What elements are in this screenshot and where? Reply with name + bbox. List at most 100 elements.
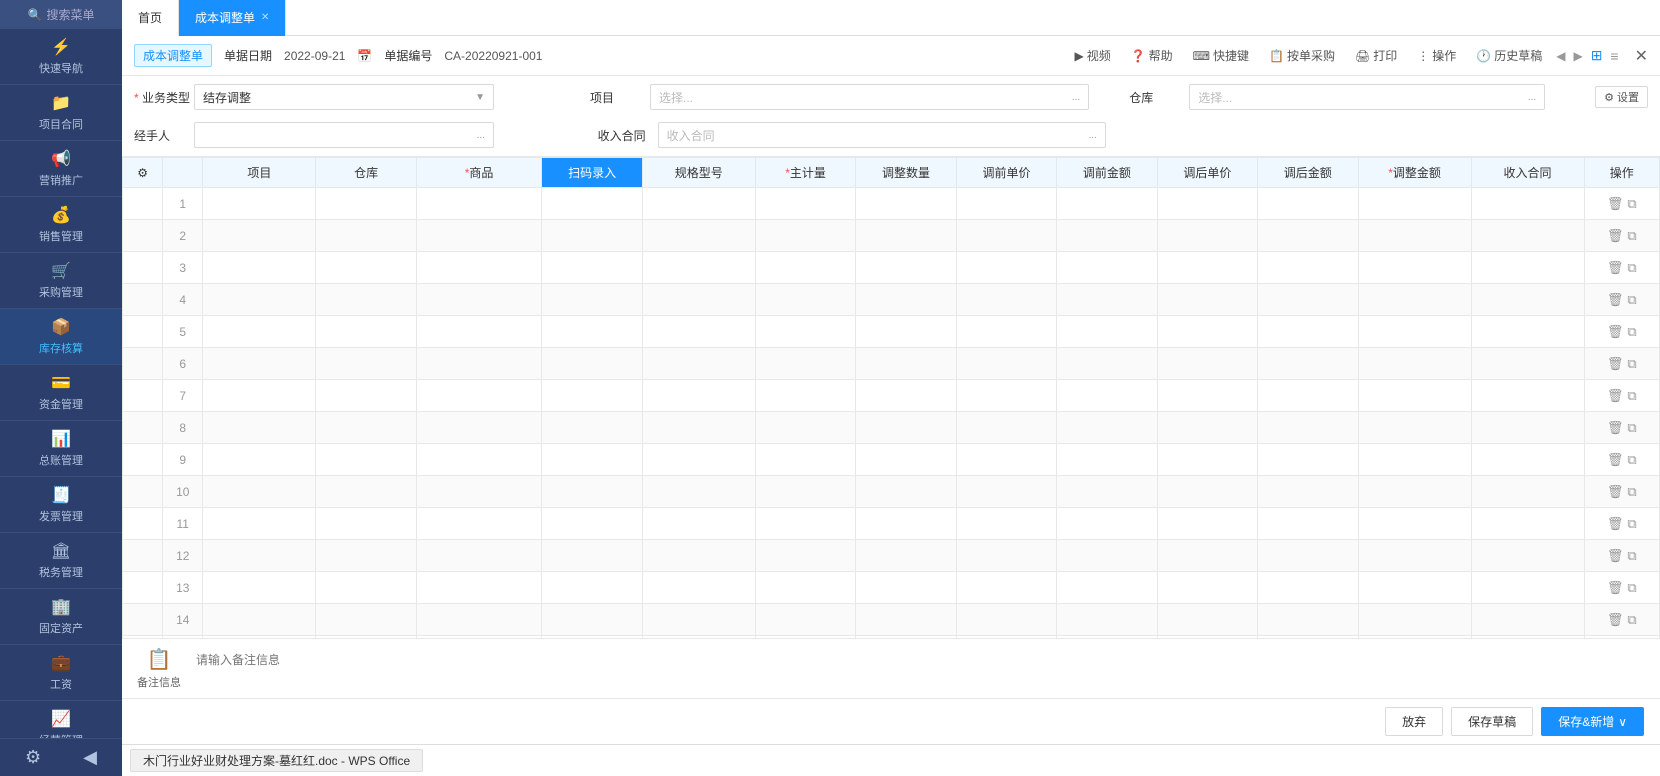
table-cell[interactable] <box>1471 476 1584 508</box>
sidebar-item-fund-mgmt[interactable]: 💳 资金管理 <box>0 365 122 421</box>
table-cell[interactable] <box>856 220 956 252</box>
table-cell[interactable] <box>1358 348 1471 380</box>
sidebar-item-ledger-mgmt[interactable]: 📊 总账管理 <box>0 421 122 477</box>
row-delete-icon[interactable]: 🗑 <box>1607 612 1624 628</box>
table-cell[interactable] <box>1157 380 1257 412</box>
table-cell[interactable] <box>1258 380 1358 412</box>
header-btn-operation[interactable]: ⋮ 操作 <box>1411 45 1462 66</box>
col-header-warehouse[interactable]: 仓库 <box>316 158 416 188</box>
table-cell[interactable] <box>1057 220 1157 252</box>
table-cell[interactable] <box>316 508 416 540</box>
table-cell[interactable] <box>542 348 642 380</box>
table-cell[interactable] <box>542 572 642 604</box>
table-cell[interactable] <box>316 540 416 572</box>
row-delete-icon[interactable]: 🗑 <box>1607 260 1624 276</box>
table-cell[interactable] <box>542 380 642 412</box>
header-grid-icon[interactable]: ⊞ <box>1591 47 1603 64</box>
table-cell[interactable] <box>203 188 316 220</box>
table-cell[interactable] <box>1057 540 1157 572</box>
table-cell[interactable] <box>755 476 855 508</box>
row-copy-icon[interactable]: ⧉ <box>1627 484 1636 500</box>
table-cell[interactable] <box>1057 284 1157 316</box>
col-header-project[interactable]: 项目 <box>203 158 316 188</box>
table-cell[interactable] <box>755 348 855 380</box>
table-cell[interactable] <box>1358 444 1471 476</box>
table-cell[interactable] <box>1157 220 1257 252</box>
table-cell[interactable] <box>203 220 316 252</box>
table-cell[interactable] <box>1057 188 1157 220</box>
table-cell[interactable] <box>1157 444 1257 476</box>
col-header-goods[interactable]: *商品 <box>416 158 542 188</box>
col-header-before-amt[interactable]: 调前金额 <box>1057 158 1157 188</box>
table-cell[interactable] <box>542 412 642 444</box>
table-cell[interactable] <box>316 444 416 476</box>
table-cell[interactable] <box>755 220 855 252</box>
sidebar-item-sales-mgmt[interactable]: 💰 销售管理 <box>0 197 122 253</box>
table-cell[interactable] <box>755 412 855 444</box>
handler-input[interactable]: ... <box>194 122 494 148</box>
table-cell[interactable] <box>1057 444 1157 476</box>
table-cell[interactable] <box>856 252 956 284</box>
table-cell[interactable] <box>542 508 642 540</box>
table-cell[interactable] <box>203 348 316 380</box>
table-cell[interactable] <box>1358 220 1471 252</box>
table-cell[interactable] <box>416 380 542 412</box>
row-copy-icon[interactable]: ⧉ <box>1627 388 1636 404</box>
row-delete-icon[interactable]: 🗑 <box>1607 228 1624 244</box>
col-header-adj-amt[interactable]: *调整金额 <box>1358 158 1471 188</box>
table-cell[interactable] <box>1471 316 1584 348</box>
table-cell[interactable] <box>856 284 956 316</box>
table-cell[interactable] <box>642 284 755 316</box>
row-copy-icon[interactable]: ⧉ <box>1627 292 1636 308</box>
table-cell[interactable] <box>755 572 855 604</box>
table-cell[interactable] <box>416 252 542 284</box>
row-delete-icon[interactable]: 🗑 <box>1607 516 1624 532</box>
header-btn-view[interactable]: ▶ 视频 <box>1068 45 1116 66</box>
table-cell[interactable] <box>316 284 416 316</box>
table-cell[interactable] <box>1157 316 1257 348</box>
remarks-input[interactable] <box>192 647 1648 683</box>
table-cell[interactable] <box>1258 188 1358 220</box>
form-close-icon[interactable]: ✕ <box>1635 46 1648 66</box>
table-cell[interactable] <box>1471 540 1584 572</box>
row-copy-icon[interactable]: ⧉ <box>1627 612 1636 628</box>
table-cell[interactable] <box>856 348 956 380</box>
table-cell[interactable] <box>755 444 855 476</box>
table-cell[interactable] <box>755 284 855 316</box>
table-cell[interactable] <box>1471 380 1584 412</box>
table-cell[interactable] <box>203 604 316 636</box>
table-cell[interactable] <box>642 380 755 412</box>
table-cell[interactable] <box>1057 316 1157 348</box>
table-cell[interactable] <box>316 316 416 348</box>
sidebar-item-salary[interactable]: 💼 工资 <box>0 645 122 701</box>
col-header-after-amt[interactable]: 调后金额 <box>1258 158 1358 188</box>
table-cell[interactable] <box>642 316 755 348</box>
table-cell[interactable] <box>1258 540 1358 572</box>
col-header-after-price[interactable]: 调后单价 <box>1157 158 1257 188</box>
table-cell[interactable] <box>1057 572 1157 604</box>
table-cell[interactable] <box>416 540 542 572</box>
table-cell[interactable] <box>1358 284 1471 316</box>
table-cell[interactable] <box>642 348 755 380</box>
sidebar-settings-icon[interactable]: ⚙ <box>25 747 41 768</box>
table-cell[interactable] <box>1358 572 1471 604</box>
taskbar-wps-item[interactable]: 木门行业好业财处理方案-墓红红.doc - WPS Office <box>130 749 423 772</box>
table-cell[interactable] <box>542 540 642 572</box>
table-cell[interactable] <box>642 412 755 444</box>
table-cell[interactable] <box>203 284 316 316</box>
table-cell[interactable] <box>1057 412 1157 444</box>
table-cell[interactable] <box>856 412 956 444</box>
table-cell[interactable] <box>1057 476 1157 508</box>
table-cell[interactable] <box>416 604 542 636</box>
table-cell[interactable] <box>316 412 416 444</box>
sidebar-item-invoice-mgmt[interactable]: 🧾 发票管理 <box>0 477 122 533</box>
table-cell[interactable] <box>1471 412 1584 444</box>
row-delete-icon[interactable]: 🗑 <box>1607 388 1624 404</box>
table-cell[interactable] <box>1258 508 1358 540</box>
table-cell[interactable] <box>1157 572 1257 604</box>
col-header-before-price[interactable]: 调前单价 <box>956 158 1056 188</box>
table-cell[interactable] <box>1258 284 1358 316</box>
header-list-icon[interactable]: ≡ <box>1610 48 1618 64</box>
table-cell[interactable] <box>203 476 316 508</box>
table-cell[interactable] <box>1471 284 1584 316</box>
